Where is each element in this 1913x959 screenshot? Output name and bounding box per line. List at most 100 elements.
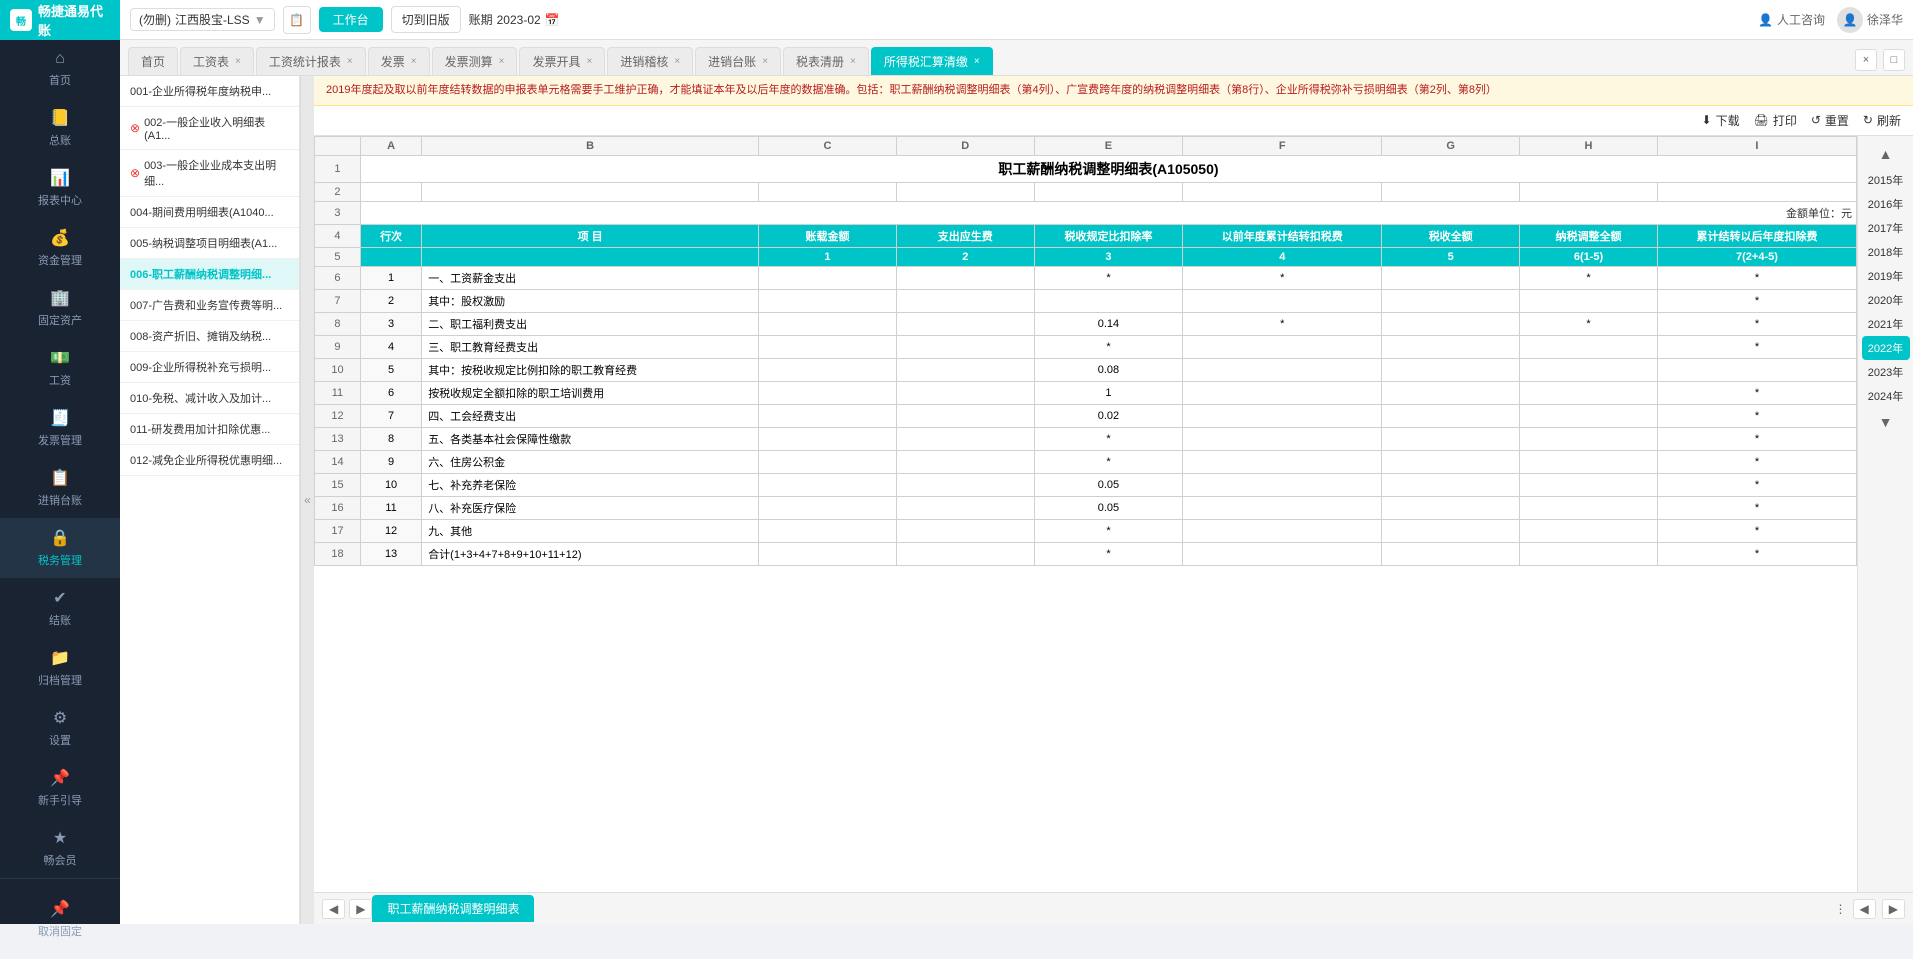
tab-close-invoice_calc[interactable]: × — [499, 56, 505, 67]
year-item-2020年[interactable]: 2020年 — [1862, 288, 1910, 312]
cell-13-h[interactable] — [1520, 542, 1658, 565]
year-item-2017年[interactable]: 2017年 — [1862, 216, 1910, 240]
cell-13-c[interactable] — [759, 542, 897, 565]
user-profile[interactable]: 👤 徐泽华 — [1837, 7, 1903, 33]
tab-purchase_ledger[interactable]: 进销台账× — [695, 47, 781, 75]
print-button[interactable]: 🖨 打印 — [1754, 112, 1797, 129]
form-item-008[interactable]: 008-资产折旧、摊销及纳税... — [120, 321, 299, 352]
maximize-btn[interactable]: □ — [1883, 49, 1905, 71]
sidebar-item-home[interactable]: ⌂首页 — [0, 40, 120, 98]
year-item-2023年[interactable]: 2023年 — [1862, 360, 1910, 384]
tab-purchase_check[interactable]: 进销稽核× — [607, 47, 693, 75]
tab-close-purchase_ledger[interactable]: × — [762, 56, 768, 67]
cell-8-i[interactable]: * — [1657, 427, 1856, 450]
download-button[interactable]: ⬇ 下载 — [1702, 112, 1740, 129]
sidebar-footer[interactable]: 📌 取消固定 — [0, 878, 120, 959]
tab-invoice_open[interactable]: 发票开具× — [519, 47, 605, 75]
cell-2-d[interactable] — [896, 289, 1034, 312]
refresh-button[interactable]: ↻ 刷新 — [1863, 112, 1901, 129]
switch-old-button[interactable]: 切到旧版 — [391, 6, 461, 33]
cell-9-i[interactable]: * — [1657, 450, 1856, 473]
form-item-002[interactable]: ⊗002-一般企业收入明细表(A1... — [120, 107, 299, 150]
cell-4-e[interactable]: * — [1034, 335, 1183, 358]
cell-3-d[interactable] — [896, 312, 1034, 335]
cell-2-f[interactable] — [1183, 289, 1382, 312]
cell-11-e[interactable]: 0.05 — [1034, 496, 1183, 519]
cell-9-h[interactable] — [1520, 450, 1658, 473]
cell-13-e[interactable]: * — [1034, 542, 1183, 565]
cell-4-d[interactable] — [896, 335, 1034, 358]
cell-5-g[interactable] — [1382, 358, 1520, 381]
tab-invoice[interactable]: 发票× — [368, 47, 430, 75]
form-item-007[interactable]: 007-广告费和业务宣传费等明... — [120, 290, 299, 321]
tab-invoice_calc[interactable]: 发票测算× — [432, 47, 518, 75]
calendar-icon-btn[interactable]: 📋 — [283, 6, 311, 34]
cell-10-g[interactable] — [1382, 473, 1520, 496]
cell-7-g[interactable] — [1382, 404, 1520, 427]
tab-salary[interactable]: 工资表× — [180, 47, 254, 75]
cell-12-i[interactable]: * — [1657, 519, 1856, 542]
year-nav-up[interactable]: ▲ — [1866, 140, 1906, 168]
cell-3-h[interactable]: * — [1520, 312, 1658, 335]
cell-7-i[interactable]: * — [1657, 404, 1856, 427]
tab-income_tax[interactable]: 所得税汇算清缴× — [871, 47, 993, 75]
cell-2-i[interactable]: * — [1657, 289, 1856, 312]
cell-3-i[interactable]: * — [1657, 312, 1856, 335]
sidebar-item-settings[interactable]: ⚙设置 — [0, 698, 120, 758]
cell-13-g[interactable] — [1382, 542, 1520, 565]
sidebar-item-purchase_sales[interactable]: 📋进销台账 — [0, 458, 120, 518]
year-item-2018年[interactable]: 2018年 — [1862, 240, 1910, 264]
cell-6-d[interactable] — [896, 381, 1034, 404]
cell-10-d[interactable] — [896, 473, 1034, 496]
cell-8-e[interactable]: * — [1034, 427, 1183, 450]
sidebar-item-member[interactable]: ★畅会员 — [0, 818, 120, 878]
cell-7-h[interactable] — [1520, 404, 1658, 427]
sheet-nav-right[interactable]: ▶ — [349, 899, 372, 919]
cell-3-f[interactable]: * — [1183, 312, 1382, 335]
form-item-001[interactable]: 001-企业所得税年度纳税申... — [120, 76, 299, 107]
sidebar-item-archive[interactable]: 📁归档管理 — [0, 638, 120, 698]
sheet-nav-left[interactable]: ◀ — [322, 899, 345, 919]
sidebar-item-fixed_assets[interactable]: 🏢固定资产 — [0, 278, 120, 338]
cell-4-c[interactable] — [759, 335, 897, 358]
cell-12-c[interactable] — [759, 519, 897, 542]
form-item-003[interactable]: ⊗003-一般企业业成本支出明细... — [120, 150, 299, 197]
cell-5-d[interactable] — [896, 358, 1034, 381]
cell-3-e[interactable]: 0.14 — [1034, 312, 1183, 335]
cell-7-f[interactable] — [1183, 404, 1382, 427]
cell-3-g[interactable] — [1382, 312, 1520, 335]
cell-8-h[interactable] — [1520, 427, 1658, 450]
sidebar-item-unpin[interactable]: 📌 取消固定 — [0, 889, 120, 949]
cell-6-h[interactable] — [1520, 381, 1658, 404]
cell-6-c[interactable] — [759, 381, 897, 404]
year-item-2015年[interactable]: 2015年 — [1862, 168, 1910, 192]
cell-12-f[interactable] — [1183, 519, 1382, 542]
cell-13-f[interactable] — [1183, 542, 1382, 565]
cell-5-h[interactable] — [1520, 358, 1658, 381]
cell-5-e[interactable]: 0.08 — [1034, 358, 1183, 381]
cell-1-c[interactable] — [759, 266, 897, 289]
cell-5-f[interactable] — [1183, 358, 1382, 381]
cell-10-e[interactable]: 0.05 — [1034, 473, 1183, 496]
tab-close-income_tax[interactable]: × — [974, 56, 980, 67]
cell-11-d[interactable] — [896, 496, 1034, 519]
cell-13-d[interactable] — [896, 542, 1034, 565]
cell-4-g[interactable] — [1382, 335, 1520, 358]
cell-11-c[interactable] — [759, 496, 897, 519]
cell-6-g[interactable] — [1382, 381, 1520, 404]
collapse-panel-button[interactable]: « — [300, 76, 314, 924]
sidebar-item-report[interactable]: 📊报表中心 — [0, 158, 120, 218]
cell-1-e[interactable]: * — [1034, 266, 1183, 289]
cell-12-h[interactable] — [1520, 519, 1658, 542]
cell-1-d[interactable] — [896, 266, 1034, 289]
tab-close-invoice_open[interactable]: × — [586, 56, 592, 67]
year-item-2016年[interactable]: 2016年 — [1862, 192, 1910, 216]
cell-1-h[interactable]: * — [1520, 266, 1658, 289]
cell-11-i[interactable]: * — [1657, 496, 1856, 519]
cell-5-c[interactable] — [759, 358, 897, 381]
cell-4-f[interactable] — [1183, 335, 1382, 358]
reset-button[interactable]: ↺ 重置 — [1811, 112, 1849, 129]
cell-6-i[interactable]: * — [1657, 381, 1856, 404]
tab-close-tax_clearance[interactable]: × — [850, 56, 856, 67]
tab-close-purchase_check[interactable]: × — [674, 56, 680, 67]
